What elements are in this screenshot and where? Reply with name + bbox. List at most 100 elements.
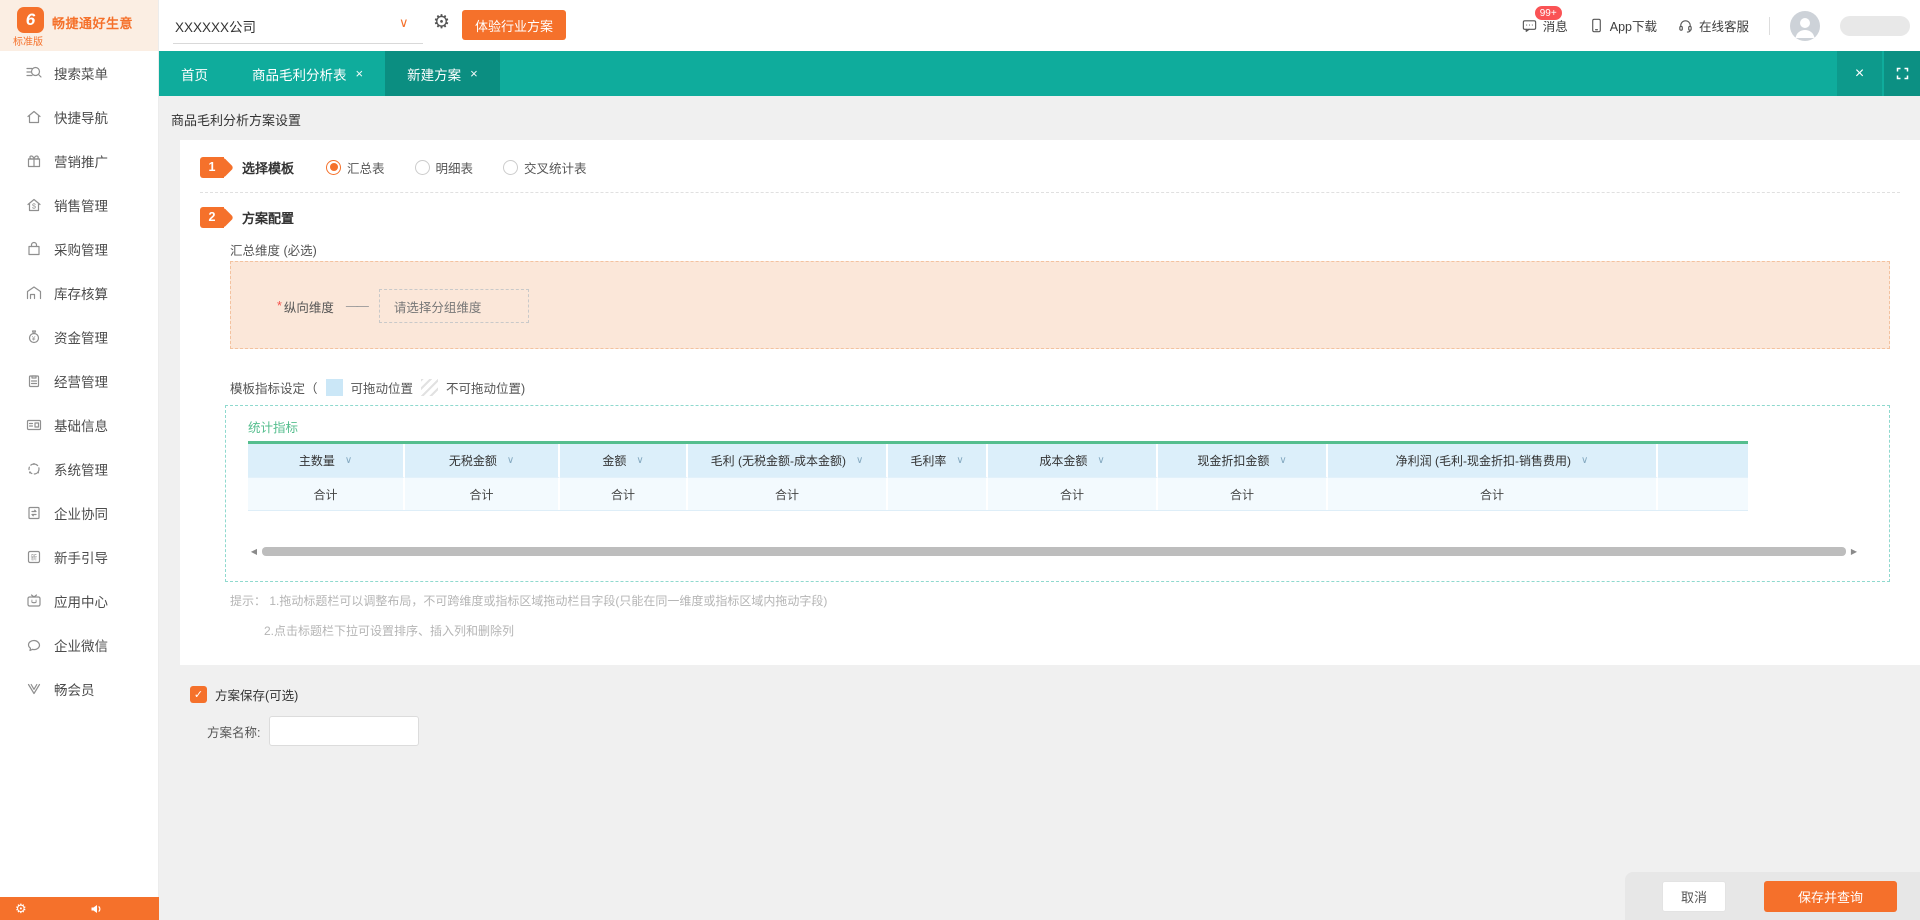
app-download-button[interactable]: App下载 — [1588, 16, 1657, 35]
indicator-table: 主数量 ∨ 合计 无税金额 ∨ 合计 金额 ∨ 合计 毛利 (无税金额-成本金额) ∨ … — [248, 441, 1748, 511]
sidebar-item-system[interactable]: 系统管理 — [0, 447, 158, 491]
vertical-dimension-row: * 纵向维度 —— 请选择分组维度 — [277, 289, 529, 323]
column-header[interactable]: 无税金额 ∨ — [405, 444, 560, 477]
radio-icon — [326, 159, 342, 175]
fullscreen-button[interactable] — [1884, 51, 1920, 96]
settings-panel: 1 选择模板 汇总表 明细表 交叉统计表 2 方案配置 汇总维度 (必选) * … — [180, 140, 1920, 665]
bottom-action-bar: 取消 保存并查询 — [1625, 872, 1920, 920]
column-dropdown-icon[interactable]: ∨ — [507, 455, 514, 466]
cancel-button[interactable]: 取消 — [1662, 880, 1726, 912]
radio-detail-table[interactable]: 明细表 — [414, 158, 473, 177]
sidebar-item-funds[interactable]: ¥ 资金管理 — [0, 315, 158, 359]
header-gear-icon[interactable]: ⚙ — [433, 13, 450, 32]
messages-button[interactable]: 消息 99+ — [1521, 5, 1568, 35]
sidebar-item-label: 企业微信 — [54, 639, 108, 654]
fullscreen-icon — [1896, 67, 1908, 80]
column-header-label: 成本金额 — [1039, 454, 1088, 468]
column-header[interactable]: 毛利 (无税金额-成本金额) ∨ — [688, 444, 888, 477]
tab-close-icon[interactable]: × — [356, 66, 364, 81]
app-center-icon — [27, 594, 41, 607]
sidebar-item-base-info[interactable]: 基础信息 — [0, 403, 158, 447]
column-dropdown-icon[interactable]: ∨ — [636, 455, 643, 466]
dimension-placeholder: 请选择分组维度 — [393, 300, 482, 315]
sidebar-item-label: 经营管理 — [54, 375, 108, 390]
column-dropdown-icon[interactable]: ∨ — [1581, 455, 1588, 466]
summary-dimension-label: 汇总维度 (必选) — [230, 244, 317, 258]
sidebar-item-marketing[interactable]: 营销推广 — [0, 139, 158, 183]
column-dropdown-icon[interactable]: ∨ — [345, 455, 352, 466]
table-column: 现金折扣金额 ∨ 合计 — [1158, 444, 1328, 510]
tab-close-icon[interactable]: × — [470, 66, 478, 81]
column-dropdown-icon[interactable]: ∨ — [1097, 455, 1104, 466]
sidebar-item-beginner-guide[interactable]: 新 新手引导 — [0, 535, 158, 579]
company-selector[interactable]: XXXXXX公司 — [175, 16, 256, 36]
sidebar-item-label: 企业协同 — [54, 507, 108, 522]
column-header[interactable]: 金额 ∨ — [560, 444, 688, 477]
logo-icon: 6 — [17, 7, 44, 33]
not-draggable-swatch-icon — [421, 379, 439, 396]
user-name-placeholder[interactable] — [1840, 15, 1910, 36]
chevron-down-icon[interactable]: ∨ — [399, 15, 409, 31]
scrollbar-thumb[interactable] — [262, 547, 1846, 556]
column-header[interactable]: 现金折扣金额 ∨ — [1158, 444, 1328, 477]
plan-save-checkbox[interactable]: ✓ — [190, 686, 207, 703]
tab-new-plan[interactable]: 新建方案 × — [385, 51, 500, 96]
radio-icon — [414, 159, 430, 175]
radio-label: 交叉统计表 — [524, 161, 587, 176]
column-total-cell: 合计 — [1158, 477, 1328, 510]
trial-industry-plan-button[interactable]: 体验行业方案 — [462, 10, 567, 40]
hint-line-2: 2.点击标题栏下拉可设置排序、插入列和删除列 — [264, 624, 515, 638]
scroll-left-icon[interactable]: ◀ — [248, 547, 260, 556]
settings-gear-icon[interactable]: ⚙ — [15, 902, 27, 915]
column-dropdown-icon[interactable]: ∨ — [956, 455, 963, 466]
sidebar-item-wechat[interactable]: 企业微信 — [0, 623, 158, 667]
column-header-label: 毛利率 — [910, 454, 947, 468]
horizontal-scrollbar[interactable]: ◀ ▶ — [248, 545, 1860, 558]
gift-icon — [27, 155, 41, 168]
sidebar-item-quick-nav[interactable]: 快捷导航 — [0, 95, 158, 139]
save-and-query-button[interactable]: 保存并查询 — [1764, 880, 1897, 912]
tab-gross-profit-report[interactable]: 商品毛利分析表 × — [230, 51, 385, 96]
step1-title: 选择模板 — [242, 160, 295, 176]
sidebar-item-collaboration[interactable]: 企业协同 — [0, 491, 158, 535]
user-avatar[interactable] — [1790, 10, 1820, 41]
home-icon — [27, 110, 41, 124]
indicator-table-panel: 统计指标 主数量 ∨ 合计 无税金额 ∨ 合计 金额 ∨ 合计 毛利 (无税金额… — [225, 405, 1890, 582]
tab-home[interactable]: 首页 — [159, 51, 230, 96]
plan-name-input[interactable] — [269, 716, 420, 746]
radio-summary-table[interactable]: 汇总表 — [326, 158, 385, 177]
stats-indicator-title: 统计指标 — [248, 421, 299, 435]
chat-bubble-icon — [27, 639, 41, 652]
app-download-label: App下载 — [1609, 20, 1657, 34]
sidebar-item-sales[interactable]: $ 销售管理 — [0, 183, 158, 227]
table-column: 毛利率 ∨ — [888, 444, 988, 510]
headset-icon — [1679, 20, 1692, 33]
radio-cross-stat-table[interactable]: 交叉统计表 — [503, 158, 587, 177]
column-header[interactable]: 净利润 (毛利-现金折扣-销售费用) ∨ — [1328, 444, 1658, 477]
logo-edition-badge: 标准版 — [13, 37, 43, 48]
table-column: 净利润 (毛利-现金折扣-销售费用) ∨ 合计 — [1328, 444, 1658, 510]
sidebar-item-inventory[interactable]: 库存核算 — [0, 271, 158, 315]
group-dimension-dropzone[interactable]: 请选择分组维度 — [378, 289, 529, 323]
column-header[interactable]: 毛利率 ∨ — [888, 444, 988, 477]
close-tab-button[interactable]: × — [1837, 51, 1882, 96]
plan-name-label: 方案名称: — [207, 725, 261, 740]
column-header[interactable]: 主数量 ∨ — [248, 444, 405, 477]
column-header[interactable]: 净利率 — [1658, 444, 1748, 477]
phone-icon — [1591, 18, 1601, 33]
message-icon — [1522, 20, 1536, 32]
scroll-right-icon[interactable]: ▶ — [1848, 547, 1860, 556]
sidebar-item-member[interactable]: 畅会员 — [0, 667, 158, 711]
column-dropdown-icon[interactable]: ∨ — [856, 455, 863, 466]
column-dropdown-icon[interactable]: ∨ — [1279, 455, 1286, 466]
sidebar-item-label: 搜索菜单 — [54, 67, 108, 82]
sidebar-item-purchase[interactable]: 采购管理 — [0, 227, 158, 271]
sidebar-item-search-menu[interactable]: 搜索菜单 — [0, 51, 158, 95]
announcement-icon[interactable] — [90, 902, 104, 916]
sidebar-item-app-center[interactable]: 应用中心 — [0, 579, 158, 623]
column-header[interactable]: 成本金额 ∨ — [988, 444, 1158, 477]
step2-badge: 2 — [200, 206, 224, 228]
sidebar-item-operations[interactable]: 经营管理 — [0, 359, 158, 403]
online-support-button[interactable]: 在线客服 — [1677, 16, 1749, 35]
column-total-cell: 合计 — [988, 477, 1158, 510]
